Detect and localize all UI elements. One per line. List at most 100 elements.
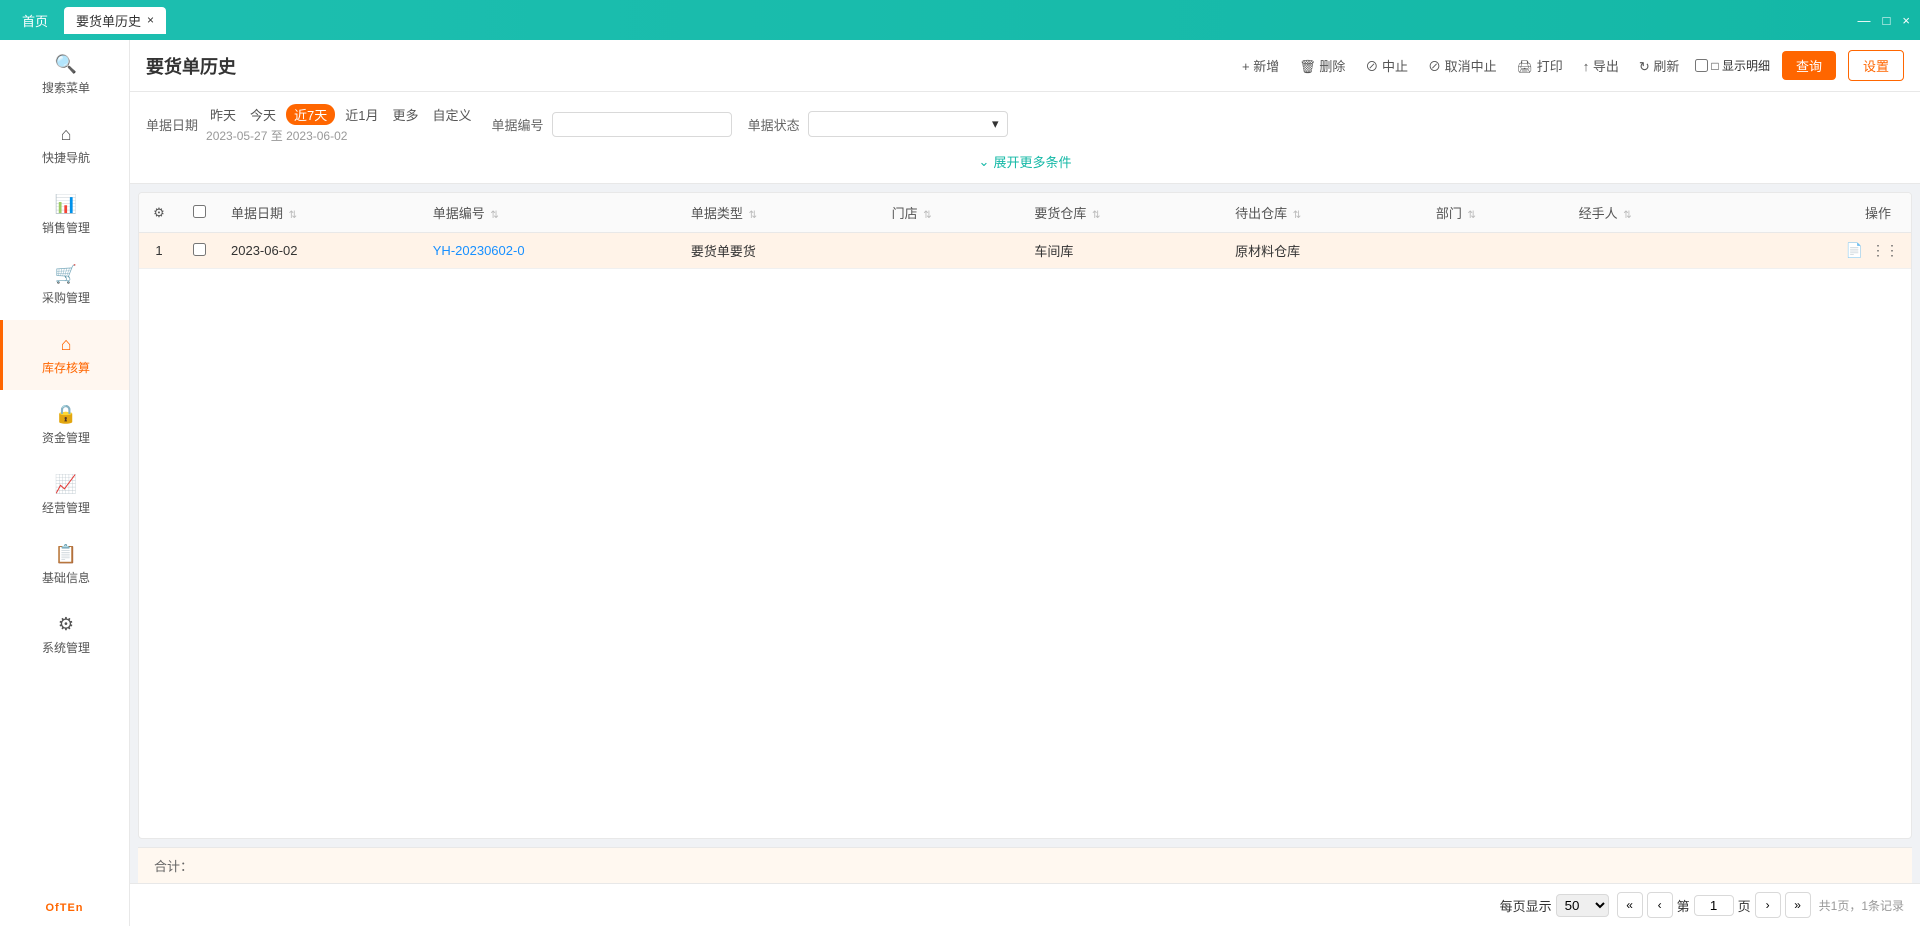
active-tab[interactable]: 要货单历史 × bbox=[64, 7, 166, 34]
page-input[interactable] bbox=[1694, 895, 1734, 916]
expand-more-icon: ⌄ bbox=[979, 154, 990, 170]
row-doc-type: 要货单要货 bbox=[679, 233, 880, 269]
filter-area: 单据日期 昨天 今天 近7天 近1月 更多 自定义 2023-05-27 至 2… bbox=[130, 92, 1920, 184]
select-all-checkbox[interactable] bbox=[193, 205, 206, 218]
sort-store-icon: ⇅ bbox=[923, 210, 931, 221]
filter-row: 单据日期 昨天 今天 近7天 近1月 更多 自定义 2023-05-27 至 2… bbox=[146, 104, 1904, 144]
date-filter-group: 单据日期 昨天 今天 近7天 近1月 更多 自定义 2023-05-27 至 2… bbox=[146, 104, 476, 144]
close-tab-icon[interactable]: × bbox=[147, 13, 154, 27]
col-doc-type[interactable]: 单据类型 ⇅ bbox=[679, 193, 880, 233]
inventory-icon: ⌂ bbox=[61, 334, 72, 355]
sort-department-icon: ⇅ bbox=[1467, 210, 1475, 221]
maximize-btn[interactable]: □ bbox=[1883, 13, 1891, 28]
col-pending-warehouse[interactable]: 待出仓库 ⇅ bbox=[1223, 193, 1424, 233]
row-department bbox=[1424, 233, 1567, 269]
sidebar-item-finance[interactable]: 🔒 资金管理 bbox=[0, 390, 129, 460]
settings-button[interactable]: 设置 bbox=[1848, 50, 1904, 81]
content-area: 要货单历史 + 新增 🗑 删除 ⊘ 中止 ⊘ 取消中止 🖨 打印 ↑ 导出 ↻ … bbox=[130, 40, 1920, 926]
status-select[interactable]: ▾ bbox=[808, 111, 1008, 137]
export-button[interactable]: ↑ 导出 bbox=[1579, 54, 1623, 77]
data-table: ⚙ 单据日期 ⇅ 单据编号 ⇅ bbox=[139, 193, 1911, 269]
sidebar-item-sales-label: 销售管理 bbox=[42, 219, 90, 236]
date-range-text: 2023-05-27 至 2023-06-02 bbox=[206, 127, 476, 144]
table-settings-icon[interactable]: ⚙ bbox=[153, 205, 165, 220]
col-settings[interactable]: ⚙ bbox=[139, 193, 179, 233]
sidebar-item-purchase[interactable]: 🛒 采购管理 bbox=[0, 250, 129, 320]
page-header: 要货单历史 + 新增 🗑 删除 ⊘ 中止 ⊘ 取消中止 🖨 打印 ↑ 导出 ↻ … bbox=[130, 40, 1920, 92]
sidebar-item-system[interactable]: ⚙ 系统管理 bbox=[0, 600, 129, 670]
page-size-select[interactable]: 50 100 200 bbox=[1556, 894, 1609, 917]
purchase-icon: 🛒 bbox=[55, 264, 77, 285]
col-doc-date[interactable]: 单据日期 ⇅ bbox=[219, 193, 421, 233]
sidebar-item-sales[interactable]: 📊 销售管理 bbox=[0, 180, 129, 250]
display-detail-input[interactable] bbox=[1695, 59, 1708, 72]
table-header-row: ⚙ 单据日期 ⇅ 单据编号 ⇅ bbox=[139, 193, 1911, 233]
date-7days[interactable]: 近7天 bbox=[286, 104, 335, 125]
sidebar-item-system-label: 系统管理 bbox=[42, 639, 90, 656]
doc-no-filter-group: 单据编号 bbox=[492, 112, 732, 137]
expand-more-btn[interactable]: ⌄ 展开更多条件 bbox=[146, 152, 1904, 171]
row-action: 📄 ⋮⋮ bbox=[1738, 233, 1911, 269]
sort-req-warehouse-icon: ⇅ bbox=[1092, 210, 1100, 221]
row-checkbox-col[interactable] bbox=[179, 233, 219, 269]
sidebar-item-search[interactable]: 🔍 搜索菜单 bbox=[0, 40, 129, 110]
doc-no-label: 单据编号 bbox=[492, 115, 544, 134]
home-tab[interactable]: 首页 bbox=[10, 7, 60, 34]
date-1month[interactable]: 近1月 bbox=[341, 104, 382, 125]
new-button[interactable]: + 新增 bbox=[1238, 54, 1283, 77]
date-today[interactable]: 今天 bbox=[246, 104, 280, 125]
date-more[interactable]: 更多 bbox=[389, 104, 423, 125]
table-container: ⚙ 单据日期 ⇅ 单据编号 ⇅ bbox=[138, 192, 1912, 839]
row-action-more[interactable]: ⋮⋮ bbox=[1871, 242, 1899, 259]
sidebar-item-purchase-label: 采购管理 bbox=[42, 289, 90, 306]
chevron-down-icon: ▾ bbox=[992, 116, 999, 132]
search-menu-icon: 🔍 bbox=[55, 54, 77, 75]
main-layout: 🔍 搜索菜单 ⌂ 快捷导航 📊 销售管理 🛒 采购管理 ⌂ 库存核算 🔒 资金管… bbox=[0, 40, 1920, 926]
row-doc-no[interactable]: YH-20230602-0 bbox=[421, 233, 679, 269]
sidebar-item-inventory-label: 库存核算 bbox=[42, 359, 90, 376]
brand-name: OfTEn bbox=[46, 902, 84, 914]
close-window-btn[interactable]: × bbox=[1902, 13, 1910, 28]
finance-icon: 🔒 bbox=[55, 404, 77, 425]
col-req-warehouse[interactable]: 要货仓库 ⇅ bbox=[1022, 193, 1223, 233]
page-nav: « ‹ 第 页 › » bbox=[1617, 892, 1811, 918]
sort-doc-type-icon: ⇅ bbox=[749, 210, 757, 221]
refresh-button[interactable]: ↻ 刷新 bbox=[1635, 54, 1684, 77]
cancel-stop-button[interactable]: ⊘ 取消中止 bbox=[1424, 54, 1501, 77]
query-button[interactable]: 查询 bbox=[1782, 51, 1836, 80]
last-page-btn[interactable]: » bbox=[1785, 892, 1811, 918]
row-req-warehouse: 车间库 bbox=[1022, 233, 1223, 269]
print-button[interactable]: 🖨 打印 bbox=[1513, 54, 1567, 77]
sidebar-item-quick-nav[interactable]: ⌂ 快捷导航 bbox=[0, 110, 129, 180]
sort-doc-no-icon: ⇅ bbox=[490, 210, 498, 221]
next-page-btn[interactable]: › bbox=[1755, 892, 1781, 918]
page-title: 要货单历史 bbox=[146, 53, 236, 79]
date-custom[interactable]: 自定义 bbox=[429, 104, 476, 125]
doc-no-input[interactable] bbox=[552, 112, 732, 137]
row-store bbox=[880, 233, 1023, 269]
sidebar-item-inventory[interactable]: ⌂ 库存核算 bbox=[0, 320, 129, 390]
sidebar-item-basic-info[interactable]: 📋 基础信息 bbox=[0, 530, 129, 600]
row-action-view[interactable]: 📄 bbox=[1846, 242, 1863, 259]
row-doc-no-link[interactable]: YH-20230602-0 bbox=[433, 243, 525, 258]
page-size-label: 每页显示 bbox=[1500, 896, 1552, 915]
prev-page-btn[interactable]: ‹ bbox=[1647, 892, 1673, 918]
col-store[interactable]: 门店 ⇅ bbox=[880, 193, 1023, 233]
date-yesterday[interactable]: 昨天 bbox=[206, 104, 240, 125]
active-tab-label: 要货单历史 bbox=[76, 11, 141, 30]
sidebar-item-finance-label: 资金管理 bbox=[42, 429, 90, 446]
sidebar-item-quick-nav-label: 快捷导航 bbox=[42, 149, 90, 166]
first-page-btn[interactable]: « bbox=[1617, 892, 1643, 918]
col-action: 操作 bbox=[1738, 193, 1911, 233]
stop-button[interactable]: ⊘ 中止 bbox=[1361, 54, 1412, 77]
sales-icon: 📊 bbox=[55, 194, 77, 215]
display-detail-checkbox[interactable]: □ 显示明细 bbox=[1695, 57, 1770, 74]
row-checkbox[interactable] bbox=[193, 243, 206, 256]
delete-button[interactable]: 🗑 删除 bbox=[1295, 54, 1349, 77]
col-doc-no[interactable]: 单据编号 ⇅ bbox=[421, 193, 679, 233]
minimize-btn[interactable]: — bbox=[1858, 13, 1871, 28]
col-checkbox[interactable] bbox=[179, 193, 219, 233]
col-handler[interactable]: 经手人 ⇅ bbox=[1567, 193, 1739, 233]
sidebar-item-operation[interactable]: 📈 经营管理 bbox=[0, 460, 129, 530]
col-department[interactable]: 部门 ⇅ bbox=[1424, 193, 1567, 233]
